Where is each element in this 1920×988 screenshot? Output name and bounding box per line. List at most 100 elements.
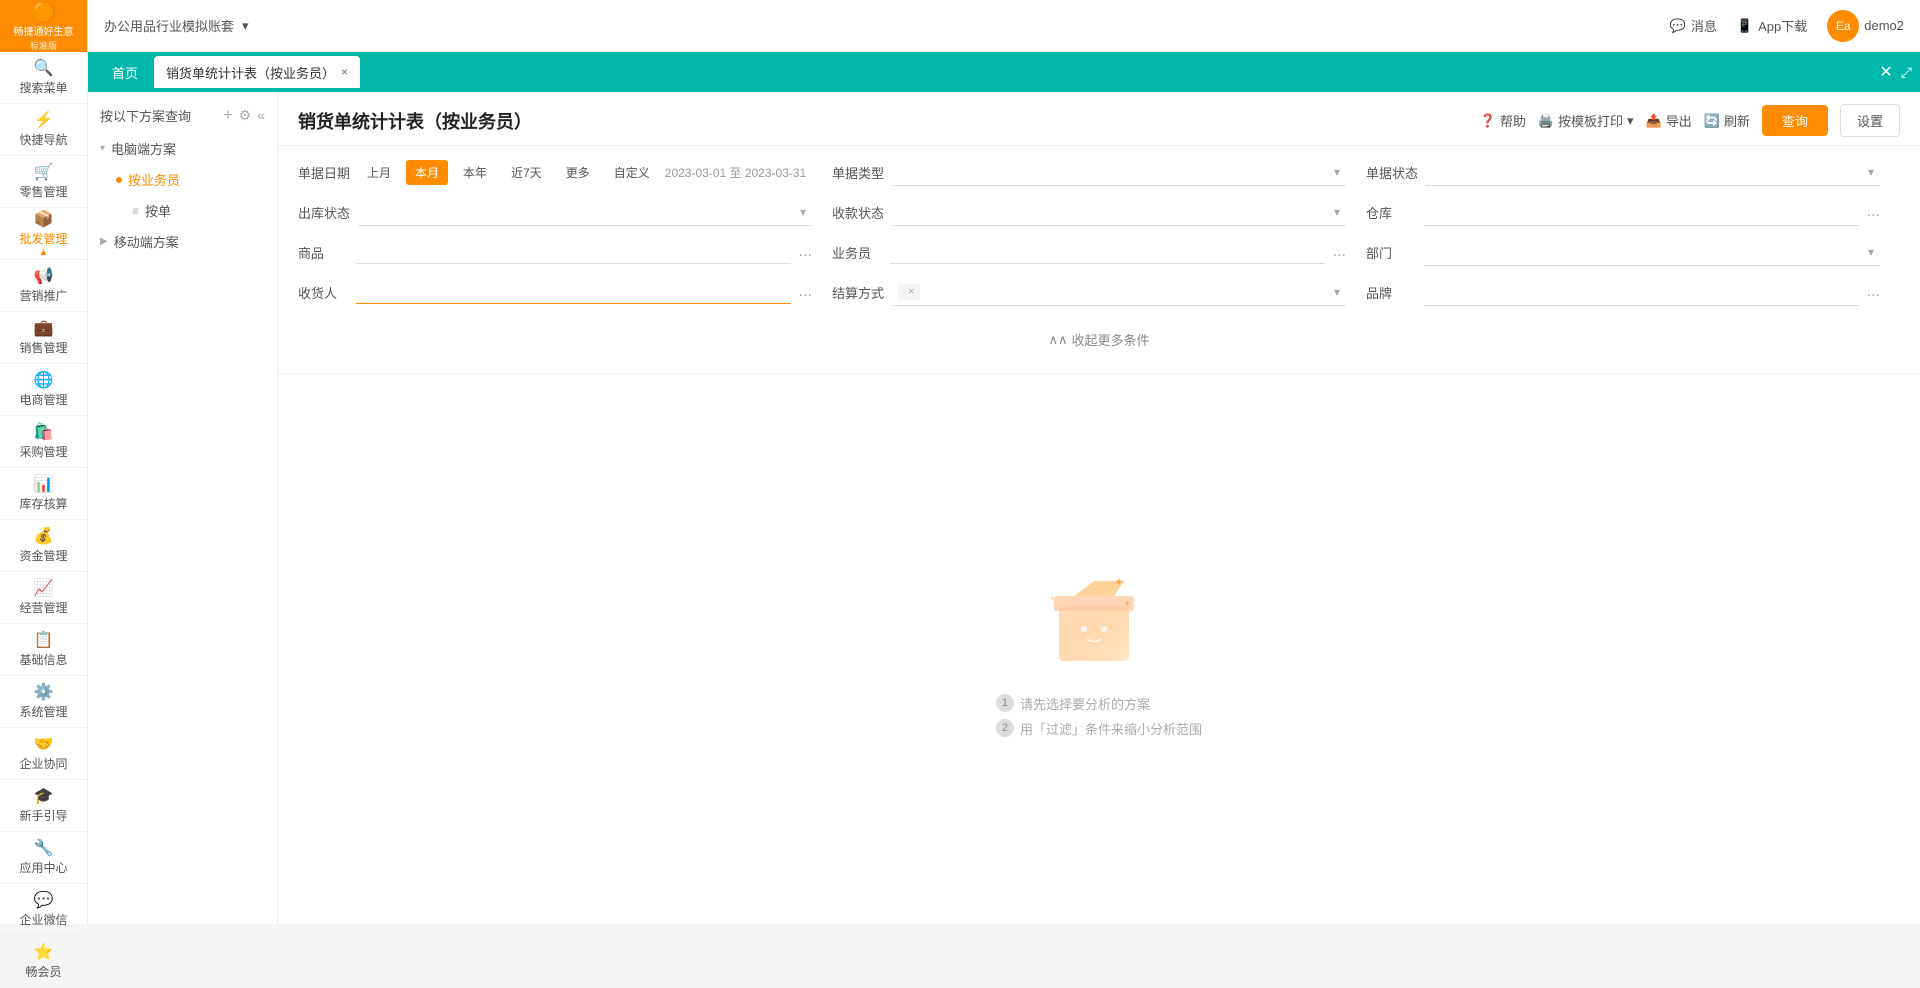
sidebar-item-basic[interactable]: 📋 基础信息 bbox=[0, 624, 87, 676]
goods-dots[interactable]: ... bbox=[799, 243, 812, 261]
date-btn-thisyear[interactable]: 本年 bbox=[454, 160, 496, 185]
dept-select[interactable]: ▾ bbox=[1424, 238, 1880, 266]
date-btn-custom[interactable]: 自定义 bbox=[605, 160, 659, 185]
export-button[interactable]: 📤 导出 bbox=[1646, 111, 1692, 130]
tree-dot-salesperson bbox=[116, 177, 122, 183]
sidebar-item-wechat[interactable]: 💬 企业微信 bbox=[0, 884, 87, 936]
basic-icon: 📋 bbox=[34, 630, 54, 650]
warehouse-select[interactable] bbox=[1424, 198, 1859, 226]
sales-icon: 💼 bbox=[34, 318, 54, 338]
filter-cell-settlement: 结算方式 × ▾ bbox=[832, 278, 1366, 306]
doctype-select[interactable]: ▾ bbox=[892, 158, 1346, 186]
tree-item-byorder[interactable]: ≡ 按单 bbox=[88, 195, 277, 226]
brand-label: 品牌 bbox=[1366, 283, 1416, 302]
goods-input[interactable] bbox=[356, 240, 791, 264]
sidebar-item-quick[interactable]: ⚡ 快捷导航 bbox=[0, 104, 87, 156]
avatar-text: Ea bbox=[1836, 19, 1851, 33]
brand-select[interactable] bbox=[1424, 278, 1859, 306]
outstatus-arrow: ▾ bbox=[800, 205, 806, 219]
print-button[interactable]: 🖨️ 按模板打印 ▾ bbox=[1538, 111, 1634, 130]
sidebar-item-purchase[interactable]: 🛍️ 采购管理 bbox=[0, 416, 87, 468]
tree-item-salesperson[interactable]: 按业务员 bbox=[88, 164, 277, 195]
filter-cell-receiptstatus: 收款状态 ▾ bbox=[832, 198, 1366, 226]
filter-cell-doctype: 单据类型 ▾ bbox=[832, 158, 1366, 186]
sidebar-item-search[interactable]: 🔍 搜索菜单 bbox=[0, 52, 87, 104]
sidebar-item-ecom[interactable]: 🌐 电商管理 bbox=[0, 364, 87, 416]
salesperson-input[interactable] bbox=[890, 240, 1325, 264]
settings-scheme-button[interactable]: ⚙ bbox=[239, 107, 252, 125]
sidebar-item-retail[interactable]: 🛒 零售管理 bbox=[0, 156, 87, 208]
warehouse-dots[interactable]: ... bbox=[1867, 203, 1880, 221]
settings-button[interactable]: 设置 bbox=[1840, 104, 1900, 137]
refresh-button[interactable]: 🔄 刷新 bbox=[1704, 111, 1750, 130]
corp-icon: 🤝 bbox=[34, 734, 54, 754]
tip-num-1: 1 bbox=[996, 694, 1014, 712]
sidebar-label-member: 畅会员 bbox=[25, 965, 61, 981]
tree-label-byorder: 按单 bbox=[145, 201, 171, 220]
user-action[interactable]: Ea demo2 bbox=[1827, 10, 1904, 42]
add-scheme-button[interactable]: + bbox=[223, 107, 232, 125]
sidebar-item-system[interactable]: ⚙️ 系统管理 bbox=[0, 676, 87, 728]
date-btn-7days[interactable]: 近7天 bbox=[502, 160, 551, 185]
date-btn-thismonth[interactable]: 本月 bbox=[406, 160, 448, 185]
docstatus-select[interactable]: ▾ bbox=[1426, 158, 1880, 186]
search-icon: 🔍 bbox=[34, 58, 54, 78]
brand-dots[interactable]: ... bbox=[1867, 283, 1880, 301]
receiptstatus-select[interactable]: ▾ bbox=[892, 198, 1346, 226]
inventory-icon: 📊 bbox=[34, 474, 54, 494]
empty-svg: ✦ ✦ ✦ bbox=[1039, 561, 1159, 681]
filter-cell-consignee: 收货人 ... bbox=[298, 280, 832, 304]
sidebar-item-apps[interactable]: 🔧 应用中心 bbox=[0, 832, 87, 884]
workspace-selector[interactable]: 办公用品行业模拟账套 ▾ bbox=[104, 16, 249, 35]
tab-close-button[interactable]: × bbox=[341, 65, 348, 79]
app-download-action[interactable]: 📱 App下载 bbox=[1737, 16, 1807, 35]
date-btn-more[interactable]: 更多 bbox=[557, 160, 599, 185]
sidebar-item-corp[interactable]: 🤝 企业协同 bbox=[0, 728, 87, 780]
top-header: 办公用品行业模拟账套 ▾ 💬 消息 📱 App下载 Ea demo2 bbox=[88, 0, 1920, 52]
sidebar-item-wholesale[interactable]: 📦 批发管理 ▲ bbox=[0, 208, 87, 260]
finance-icon: 💰 bbox=[34, 526, 54, 546]
message-label: 消息 bbox=[1691, 16, 1717, 35]
date-label: 单据日期 bbox=[298, 163, 350, 182]
tab-home[interactable]: 首页 bbox=[96, 56, 154, 88]
sidebar-label-wholesale: 批发管理 bbox=[19, 232, 67, 248]
svg-text:✦: ✦ bbox=[1124, 599, 1131, 608]
help-button[interactable]: ❓ 帮助 bbox=[1480, 111, 1526, 130]
tab-active[interactable]: 销货单统计计表（按业务员） × bbox=[154, 56, 360, 88]
filter-row-1: 单据日期 上月 本月 本年 近7天 更多 自定义 2023-03-01 至 20… bbox=[298, 158, 1900, 186]
goods-label: 商品 bbox=[298, 243, 348, 262]
panel-header-icons: + ⚙ « bbox=[223, 107, 265, 125]
sidebar-item-sales[interactable]: 💼 销售管理 bbox=[0, 312, 87, 364]
collapse-panel-button[interactable]: « bbox=[257, 107, 265, 125]
salesperson-dots[interactable]: ... bbox=[1333, 243, 1346, 261]
sidebar-item-inventory[interactable]: 📊 库存核算 bbox=[0, 468, 87, 520]
collapse-button[interactable]: ∧∧ 收起更多条件 bbox=[1036, 326, 1161, 353]
dept-label: 部门 bbox=[1366, 243, 1416, 262]
tree-item-desktop[interactable]: ▾ 电脑端方案 bbox=[88, 133, 277, 164]
sidebar-item-finance[interactable]: 💰 资金管理 bbox=[0, 520, 87, 572]
message-action[interactable]: 💬 消息 bbox=[1670, 16, 1717, 35]
close-window-icon[interactable]: ✕ bbox=[1879, 62, 1892, 82]
consignee-input[interactable] bbox=[356, 280, 791, 304]
tree-item-mobile[interactable]: ▶ 移动端方案 bbox=[88, 226, 277, 257]
settlement-tag-close[interactable]: × bbox=[908, 286, 914, 298]
logo-subtext: 标准版 bbox=[30, 39, 57, 52]
panel-header: 按以下方案查询 + ⚙ « bbox=[88, 102, 277, 133]
sidebar-item-operation[interactable]: 📈 经营管理 bbox=[0, 572, 87, 624]
export-icon: 📤 bbox=[1646, 113, 1662, 129]
sidebar-item-marketing[interactable]: 📢 营销推广 bbox=[0, 260, 87, 312]
sidebar-item-guide[interactable]: 🎓 新手引导 bbox=[0, 780, 87, 832]
query-button[interactable]: 查询 bbox=[1762, 105, 1828, 136]
outstatus-select[interactable]: ▾ bbox=[358, 198, 812, 226]
window-controls: ✕ ⤢ bbox=[1879, 62, 1912, 82]
maximize-window-icon[interactable]: ⤢ bbox=[1901, 64, 1912, 81]
logo-text: 畅捷通好生意 bbox=[14, 27, 74, 39]
print-dropdown-icon: ▾ bbox=[1627, 113, 1634, 129]
consignee-dots[interactable]: ... bbox=[799, 283, 812, 301]
sidebar-item-member[interactable]: ⭐ 畅会员 bbox=[0, 936, 87, 988]
byorder-icon: ≡ bbox=[132, 204, 139, 218]
filter-cell-goods: 商品 ... bbox=[298, 240, 832, 264]
date-btn-lastmonth[interactable]: 上月 bbox=[358, 160, 400, 185]
settlement-select[interactable]: × ▾ bbox=[892, 278, 1346, 306]
right-content: 销货单统计计表（按业务员） ❓ 帮助 🖨️ 按模板打印 ▾ 📤 导出 bbox=[278, 92, 1920, 924]
